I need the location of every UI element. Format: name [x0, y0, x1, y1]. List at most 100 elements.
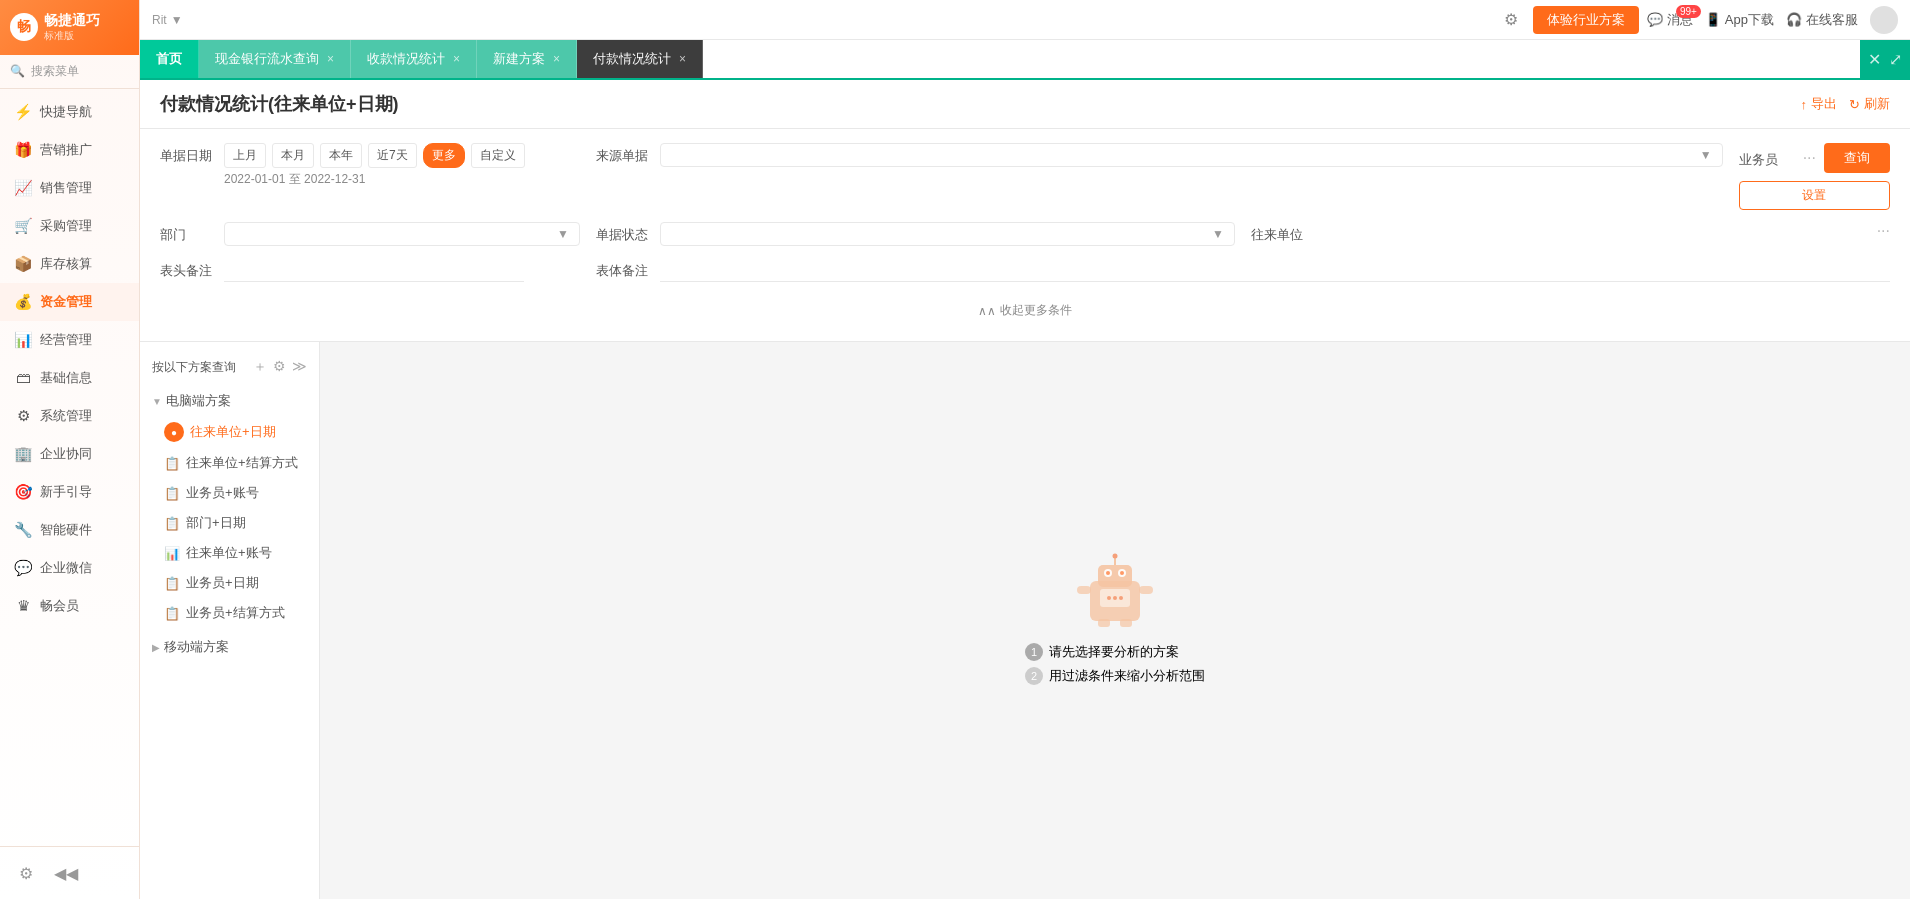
sidebar-settings-button[interactable]: ⚙ — [10, 857, 42, 889]
scheme-item-counterpart-settlement[interactable]: 📋 往来单位+结算方式 — [140, 448, 319, 478]
svg-point-5 — [1120, 571, 1124, 575]
sidebar-item-enterprise[interactable]: 🏢 企业协同 — [0, 435, 139, 473]
topbar: Rit ▼ ⚙ 体验行业方案 💬 消息 99+ 📱 App下载 🎧 在线客服 — [140, 0, 1910, 40]
filter-header-remark-col: 表头备注 — [160, 258, 580, 282]
scheme-item-salesperson-account[interactable]: 📋 业务员+账号 — [140, 478, 319, 508]
left-panel: 按以下方案查询 ＋ ⚙ ≫ ▼ 电脑端方案 ● 往来单位+日期 — [140, 342, 320, 899]
sidebar-item-enterprise-label: 企业协同 — [40, 445, 92, 463]
sidebar-search[interactable]: 🔍 搜索菜单 — [0, 55, 139, 89]
page-header-actions: ↑ 导出 ↻ 刷新 — [1801, 95, 1891, 113]
breadcrumb-arrow: ▼ — [171, 13, 183, 27]
empty-state-icon — [1065, 551, 1165, 631]
header-remark-input[interactable] — [224, 258, 524, 282]
guide-icon: 🎯 — [14, 483, 32, 501]
tab-payment-stats[interactable]: 付款情况统计 × — [577, 40, 703, 78]
tab-new-plan-close[interactable]: × — [553, 53, 560, 65]
svg-rect-10 — [1077, 586, 1091, 594]
tab-home[interactable]: 首页 — [140, 40, 199, 78]
user-avatar[interactable] — [1870, 6, 1898, 34]
app-download-button[interactable]: 📱 App下载 — [1705, 11, 1774, 29]
refresh-button[interactable]: ↻ 刷新 — [1849, 95, 1890, 113]
experience-button[interactable]: 体验行业方案 — [1533, 6, 1639, 34]
filter-body-remark-col: 表体备注 — [596, 258, 1890, 282]
export-button[interactable]: ↑ 导出 — [1801, 95, 1838, 113]
operations-icon: 📊 — [14, 331, 32, 349]
scheme-item-salesperson-settlement[interactable]: 📋 业务员+结算方式 — [140, 598, 319, 628]
status-select[interactable]: ▼ — [660, 222, 1235, 246]
sidebar-collapse-button[interactable]: ◀◀ — [50, 857, 82, 889]
scheme-settings-button[interactable]: ⚙ — [273, 358, 286, 376]
source-select-arrow: ▼ — [1700, 148, 1712, 162]
tab-receipt-stats-close[interactable]: × — [453, 53, 460, 65]
svg-point-7 — [1113, 553, 1118, 558]
salesperson-more[interactable]: ··· — [1803, 149, 1816, 167]
search-icon: 🔍 — [10, 64, 25, 78]
svg-point-15 — [1119, 596, 1123, 600]
collapse-button[interactable]: ∧∧ 收起更多条件 — [970, 294, 1080, 327]
tab-payment-stats-label: 付款情况统计 — [593, 50, 671, 68]
filter-source-col: 来源单据 ▼ — [596, 143, 1723, 167]
scheme-collapse-button[interactable]: ≫ — [292, 358, 307, 376]
scheme-item-counterpart-date-label: 往来单位+日期 — [190, 423, 276, 441]
counterpart-more[interactable]: ··· — [1877, 222, 1890, 240]
page: 付款情况统计(往来单位+日期) ↑ 导出 ↻ 刷新 单据日期 — [140, 80, 1910, 899]
sidebar-item-marketing[interactable]: 🎁 营销推广 — [0, 131, 139, 169]
notice-button[interactable]: 💬 消息 99+ — [1647, 11, 1693, 29]
scheme-item-counterpart-settlement-label: 往来单位+结算方式 — [186, 454, 298, 472]
sidebar-item-sales[interactable]: 📈 销售管理 — [0, 169, 139, 207]
sidebar-item-operations[interactable]: 📊 经营管理 — [0, 321, 139, 359]
sidebar-item-member[interactable]: ♛ 畅会员 — [0, 587, 139, 625]
tabbar-actions: ✕ ⤢ — [1860, 40, 1910, 78]
settings-button[interactable]: 设置 — [1739, 181, 1890, 210]
online-service-button[interactable]: 🎧 在线客服 — [1786, 11, 1858, 29]
date-btn-7days[interactable]: 近7天 — [368, 143, 417, 168]
sidebar-item-basic[interactable]: 🗃 基础信息 — [0, 359, 139, 397]
sidebar-item-fund[interactable]: 💰 资金管理 — [0, 283, 139, 321]
tab-cash-flow-close[interactable]: × — [327, 53, 334, 65]
tab-payment-stats-close[interactable]: × — [679, 53, 686, 65]
sidebar-item-hardware[interactable]: 🔧 智能硬件 — [0, 511, 139, 549]
source-select[interactable]: ▼ — [660, 143, 1723, 167]
breadcrumb: Rit ▼ — [152, 13, 1489, 27]
svg-point-13 — [1107, 596, 1111, 600]
scheme-item-counterpart-date[interactable]: ● 往来单位+日期 — [140, 416, 319, 448]
body-remark-input[interactable] — [660, 258, 1890, 282]
date-btn-this-year[interactable]: 本年 — [320, 143, 362, 168]
sidebar-title: 畅捷通巧 — [44, 12, 100, 29]
content-area: 按以下方案查询 ＋ ⚙ ≫ ▼ 电脑端方案 ● 往来单位+日期 — [140, 342, 1910, 899]
logo-icon: 畅 — [10, 13, 38, 41]
tab-new-plan[interactable]: 新建方案 × — [477, 40, 577, 78]
sidebar-item-purchase[interactable]: 🛒 采购管理 — [0, 207, 139, 245]
dept-select[interactable]: ▼ — [224, 222, 580, 246]
desktop-scheme-group: ▼ 电脑端方案 ● 往来单位+日期 📋 往来单位+结算方式 📋 业务员+账号 — [140, 384, 319, 630]
sidebar-item-fund-label: 资金管理 — [40, 293, 92, 311]
tip-number-1: 1 — [1025, 643, 1043, 661]
tab-receipt-stats[interactable]: 收款情况统计 × — [351, 40, 477, 78]
date-btn-custom[interactable]: 自定义 — [471, 143, 525, 168]
sidebar-item-system[interactable]: ⚙ 系统管理 — [0, 397, 139, 435]
add-scheme-button[interactable]: ＋ — [253, 358, 267, 376]
date-btn-last-month[interactable]: 上月 — [224, 143, 266, 168]
tab-cash-flow[interactable]: 现金银行流水查询 × — [199, 40, 351, 78]
scheme-item-counterpart-account[interactable]: 📊 往来单位+账号 — [140, 538, 319, 568]
mobile-group-header[interactable]: ▶ 移动端方案 — [140, 632, 319, 662]
topbar-settings-button[interactable]: ⚙ — [1497, 6, 1525, 34]
scheme-item-salesperson-date[interactable]: 📋 业务员+日期 — [140, 568, 319, 598]
main-panel: 1 请先选择要分析的方案 2 用过滤条件来缩小分析范围 — [320, 342, 1910, 899]
date-btn-this-month[interactable]: 本月 — [272, 143, 314, 168]
tab-close-all-button[interactable]: ✕ — [1868, 50, 1881, 69]
sidebar-item-quick-nav[interactable]: ⚡ 快捷导航 — [0, 93, 139, 131]
inventory-icon: 📦 — [14, 255, 32, 273]
mobile-group-arrow: ▶ — [152, 642, 160, 653]
sidebar-item-guide[interactable]: 🎯 新手引导 — [0, 473, 139, 511]
desktop-group-header[interactable]: ▼ 电脑端方案 — [140, 386, 319, 416]
fund-icon: 💰 — [14, 293, 32, 311]
system-icon: ⚙ — [14, 407, 32, 425]
date-btn-more[interactable]: 更多 — [423, 143, 465, 168]
sidebar-item-wechat[interactable]: 💬 企业微信 — [0, 549, 139, 587]
sidebar-item-inventory[interactable]: 📦 库存核算 — [0, 245, 139, 283]
scheme-item-dept-date[interactable]: 📋 部门+日期 — [140, 508, 319, 538]
query-button[interactable]: 查询 — [1824, 143, 1890, 173]
tab-expand-button[interactable]: ⤢ — [1889, 50, 1902, 69]
filter-row-3: 表头备注 表体备注 — [160, 258, 1890, 282]
